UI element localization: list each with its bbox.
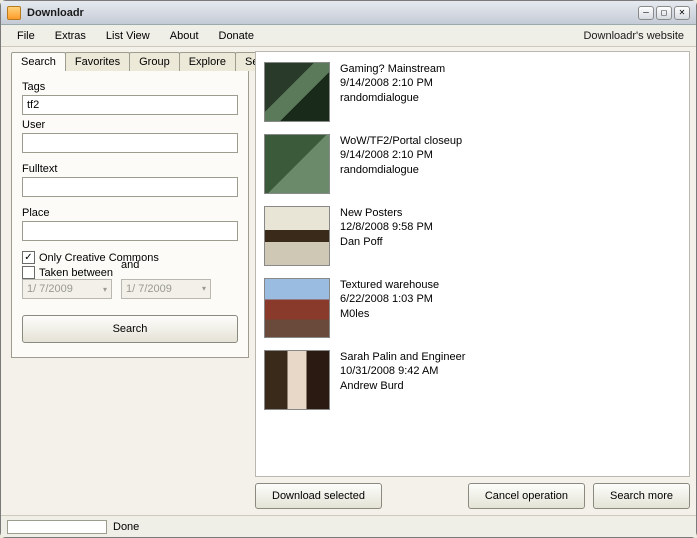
date-to[interactable]: 1/ 7/2009 ▾ xyxy=(121,279,211,299)
date-from[interactable]: 1/ 7/2009 ▾ xyxy=(22,279,112,299)
result-title: Sarah Palin and Engineer xyxy=(340,350,465,364)
website-link[interactable]: Downloadr's website xyxy=(577,28,690,44)
result-item[interactable]: Sarah Palin and Engineer10/31/2008 9:42 … xyxy=(260,344,685,416)
app-icon xyxy=(7,6,21,20)
result-author: Andrew Burd xyxy=(340,379,465,393)
result-item[interactable]: Textured warehouse6/22/2008 1:03 PMM0les xyxy=(260,272,685,344)
result-title: Textured warehouse xyxy=(340,278,439,292)
menu-donate[interactable]: Donate xyxy=(209,28,264,44)
between-label: Taken between xyxy=(39,267,113,279)
maximize-button[interactable]: ◻ xyxy=(656,6,672,20)
result-date: 6/22/2008 1:03 PM xyxy=(340,292,439,306)
result-thumbnail xyxy=(264,206,330,266)
result-author: Dan Poff xyxy=(340,235,433,249)
result-thumbnail xyxy=(264,62,330,122)
download-selected-button[interactable]: Download selected xyxy=(255,483,382,509)
user-label: User xyxy=(22,119,238,131)
result-author: randomdialogue xyxy=(340,91,445,105)
place-label: Place xyxy=(22,207,238,219)
place-input[interactable] xyxy=(22,221,238,241)
progress-bar xyxy=(7,520,107,534)
result-meta: Sarah Palin and Engineer10/31/2008 9:42 … xyxy=(340,350,465,393)
minimize-button[interactable]: ─ xyxy=(638,6,654,20)
window-title: Downloadr xyxy=(27,7,84,19)
action-row: Download selected Cancel operation Searc… xyxy=(255,477,690,509)
result-author: M0les xyxy=(340,307,439,321)
result-title: New Posters xyxy=(340,206,433,220)
statusbar: Done xyxy=(1,515,696,537)
search-more-button[interactable]: Search more xyxy=(593,483,690,509)
tab-search[interactable]: Search xyxy=(11,52,66,71)
user-input[interactable] xyxy=(22,133,238,153)
tags-input[interactable] xyxy=(22,95,238,115)
tab-group[interactable]: Group xyxy=(129,52,180,71)
result-thumbnail xyxy=(264,278,330,338)
titlebar: Downloadr ─ ◻ ✕ xyxy=(1,1,696,25)
result-date: 12/8/2008 9:58 PM xyxy=(340,220,433,234)
result-meta: Textured warehouse6/22/2008 1:03 PMM0les xyxy=(340,278,439,321)
tab-favorites[interactable]: Favorites xyxy=(65,52,130,71)
chevron-down-icon: ▾ xyxy=(103,285,107,294)
content-area: Search Favorites Group Explore Set Tags … xyxy=(1,47,696,515)
menubar: File Extras List View About Donate Downl… xyxy=(1,25,696,47)
date-to-value: 1/ 7/2009 xyxy=(126,283,172,295)
menu-about[interactable]: About xyxy=(160,28,209,44)
result-thumbnail xyxy=(264,134,330,194)
results-list[interactable]: Gaming? Mainstream9/14/2008 2:10 PMrando… xyxy=(255,51,690,477)
tabstrip: Search Favorites Group Explore Set xyxy=(11,52,249,71)
result-thumbnail xyxy=(264,350,330,410)
cancel-operation-button[interactable]: Cancel operation xyxy=(468,483,585,509)
result-item[interactable]: WoW/TF2/Portal closeup9/14/2008 2:10 PMr… xyxy=(260,128,685,200)
date-from-value: 1/ 7/2009 xyxy=(27,283,73,295)
tab-explore[interactable]: Explore xyxy=(179,52,236,71)
result-date: 9/14/2008 2:10 PM xyxy=(340,148,462,162)
result-date: 9/14/2008 2:10 PM xyxy=(340,76,445,90)
result-meta: WoW/TF2/Portal closeup9/14/2008 2:10 PMr… xyxy=(340,134,462,177)
menu-extras[interactable]: Extras xyxy=(45,28,96,44)
and-label: and xyxy=(121,259,211,271)
result-date: 10/31/2008 9:42 AM xyxy=(340,364,465,378)
fulltext-label: Fulltext xyxy=(22,163,238,175)
between-checkbox[interactable] xyxy=(22,266,35,279)
close-button[interactable]: ✕ xyxy=(674,6,690,20)
menu-file[interactable]: File xyxy=(7,28,45,44)
status-text: Done xyxy=(113,521,139,533)
result-author: randomdialogue xyxy=(340,163,462,177)
search-panel: Tags User Fulltext Place ✓ Only Creative… xyxy=(11,70,249,358)
tags-label: Tags xyxy=(22,81,238,93)
left-pane: Search Favorites Group Explore Set Tags … xyxy=(1,47,253,515)
right-pane: Gaming? Mainstream9/14/2008 2:10 PMrando… xyxy=(253,47,696,515)
cc-checkbox[interactable]: ✓ xyxy=(22,251,35,264)
result-title: WoW/TF2/Portal closeup xyxy=(340,134,462,148)
result-title: Gaming? Mainstream xyxy=(340,62,445,76)
menu-listview[interactable]: List View xyxy=(96,28,160,44)
fulltext-input[interactable] xyxy=(22,177,238,197)
result-item[interactable]: New Posters12/8/2008 9:58 PMDan Poff xyxy=(260,200,685,272)
search-button[interactable]: Search xyxy=(22,315,238,343)
chevron-down-icon: ▾ xyxy=(202,284,206,293)
result-meta: Gaming? Mainstream9/14/2008 2:10 PMrando… xyxy=(340,62,445,105)
result-item[interactable]: Gaming? Mainstream9/14/2008 2:10 PMrando… xyxy=(260,56,685,128)
result-meta: New Posters12/8/2008 9:58 PMDan Poff xyxy=(340,206,433,249)
